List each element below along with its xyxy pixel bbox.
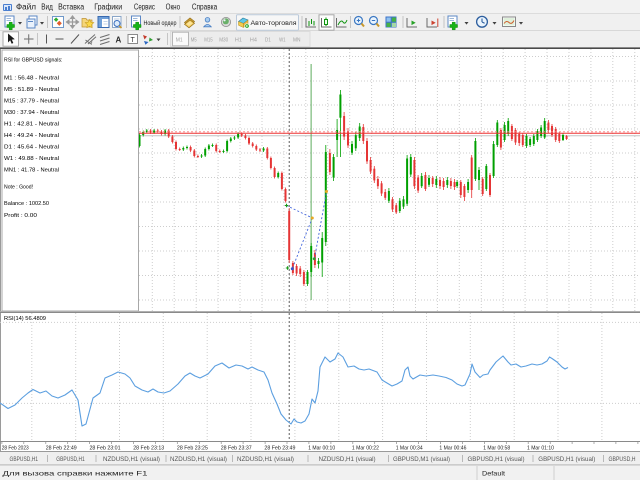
svg-text:1 Mar 00:22: 1 Mar 00:22	[352, 446, 379, 452]
svg-text:NZDUSD,H1 (visual): NZDUSD,H1 (visual)	[237, 457, 294, 463]
svg-text:28 Feb 23:01: 28 Feb 23:01	[90, 446, 121, 452]
svg-text:A: A	[116, 36, 122, 45]
svg-text:Файл: Файл	[16, 3, 36, 12]
svg-text:GBPUSD,H1 (visual): GBPUSD,H1 (visual)	[538, 457, 595, 463]
svg-text:28 Feb 23:37: 28 Feb 23:37	[221, 446, 252, 452]
svg-text:Окно: Окно	[166, 3, 181, 12]
svg-text:28 Feb 23:25: 28 Feb 23:25	[177, 446, 208, 452]
svg-text:Для вызова справки нажмите F1: Для вызова справки нажмите F1	[3, 472, 149, 478]
svg-text:GBPUSD,H1: GBPUSD,H1	[10, 457, 39, 463]
svg-text:Новый ордер: Новый ордер	[144, 19, 177, 27]
svg-text:H4 : 49.24 - Neutral: H4 : 49.24 - Neutral	[4, 133, 59, 139]
svg-text:1 Mar 00:46: 1 Mar 00:46	[439, 446, 466, 452]
svg-text:D1 : 45.64 - Neutral: D1 : 45.64 - Neutral	[4, 144, 59, 150]
svg-text:1 Mar 00:10: 1 Mar 00:10	[308, 446, 335, 452]
svg-text:M30: M30	[219, 38, 228, 44]
svg-text:M1: M1	[176, 38, 183, 44]
svg-text:Balance : 1002.50: Balance : 1002.50	[4, 201, 49, 207]
svg-text:GBPUSD,H1 (visual): GBPUSD,H1 (visual)	[468, 457, 525, 463]
svg-text:Справка: Справка	[192, 3, 218, 12]
svg-text:28 Feb 2023: 28 Feb 2023	[2, 446, 29, 452]
svg-text:M15 : 37.79 - Neutral: M15 : 37.79 - Neutral	[4, 98, 59, 104]
svg-text:T: T	[131, 37, 136, 44]
svg-text:Profit : 0.00: Profit : 0.00	[4, 213, 37, 219]
svg-text:M5 : 51.89 - Neutral: M5 : 51.89 - Neutral	[4, 87, 59, 93]
svg-text:1 Mar 00:58: 1 Mar 00:58	[483, 446, 510, 452]
svg-text:MN: MN	[293, 38, 301, 44]
svg-text:Авто-торговля: Авто-торговля	[251, 20, 297, 27]
svg-text:Default: Default	[482, 472, 505, 478]
svg-text:MN1 : 41.78 - Neutral: MN1 : 41.78 - Neutral	[4, 167, 59, 173]
svg-text:M15: M15	[204, 38, 213, 44]
svg-text:H1: H1	[235, 38, 242, 44]
svg-text:Вставка: Вставка	[58, 3, 84, 12]
svg-text:NZDUSD,H1 (visual): NZDUSD,H1 (visual)	[170, 457, 227, 463]
svg-text:1 Mar 00:34: 1 Mar 00:34	[396, 446, 423, 452]
svg-text:NZDUSD,H1 (visual): NZDUSD,H1 (visual)	[103, 457, 160, 463]
svg-text:28 Feb 23:49: 28 Feb 23:49	[264, 446, 295, 452]
svg-text:RSI for GBPUSD signals:: RSI for GBPUSD signals:	[4, 58, 63, 64]
svg-text:GBPUSD,H: GBPUSD,H	[609, 457, 636, 463]
svg-text:W1 : 49.88 - Neutral: W1 : 49.88 - Neutral	[4, 156, 59, 162]
svg-text:Note : Good!: Note : Good!	[4, 184, 33, 190]
svg-text:GBPUSD,M1 (visual): GBPUSD,M1 (visual)	[393, 457, 450, 463]
svg-text:RSI(14) 56.4809: RSI(14) 56.4809	[4, 316, 46, 322]
svg-text:1 Mar 01:10: 1 Mar 01:10	[527, 446, 554, 452]
svg-text:28 Feb 22:49: 28 Feb 22:49	[46, 446, 77, 452]
svg-text:D1: D1	[265, 38, 271, 44]
svg-text:M30 : 37.94 - Neutral: M30 : 37.94 - Neutral	[4, 110, 59, 116]
svg-text:W1: W1	[279, 38, 286, 44]
svg-text:Сервис: Сервис	[134, 3, 155, 12]
svg-text:28 Feb 23:13: 28 Feb 23:13	[133, 446, 164, 452]
svg-text:GBPUSD,H1: GBPUSD,H1	[56, 457, 85, 463]
svg-text:NZDUSD,H1 (visual): NZDUSD,H1 (visual)	[319, 457, 376, 463]
svg-text:H1 : 42.81 - Neutral: H1 : 42.81 - Neutral	[4, 121, 59, 127]
svg-text:Графики: Графики	[94, 3, 122, 12]
svg-text:H4: H4	[250, 38, 257, 44]
svg-text:M1 : 56.48 - Neutral: M1 : 56.48 - Neutral	[4, 75, 59, 81]
svg-text:M5: M5	[191, 38, 197, 44]
svg-text:Вид: Вид	[41, 3, 53, 12]
